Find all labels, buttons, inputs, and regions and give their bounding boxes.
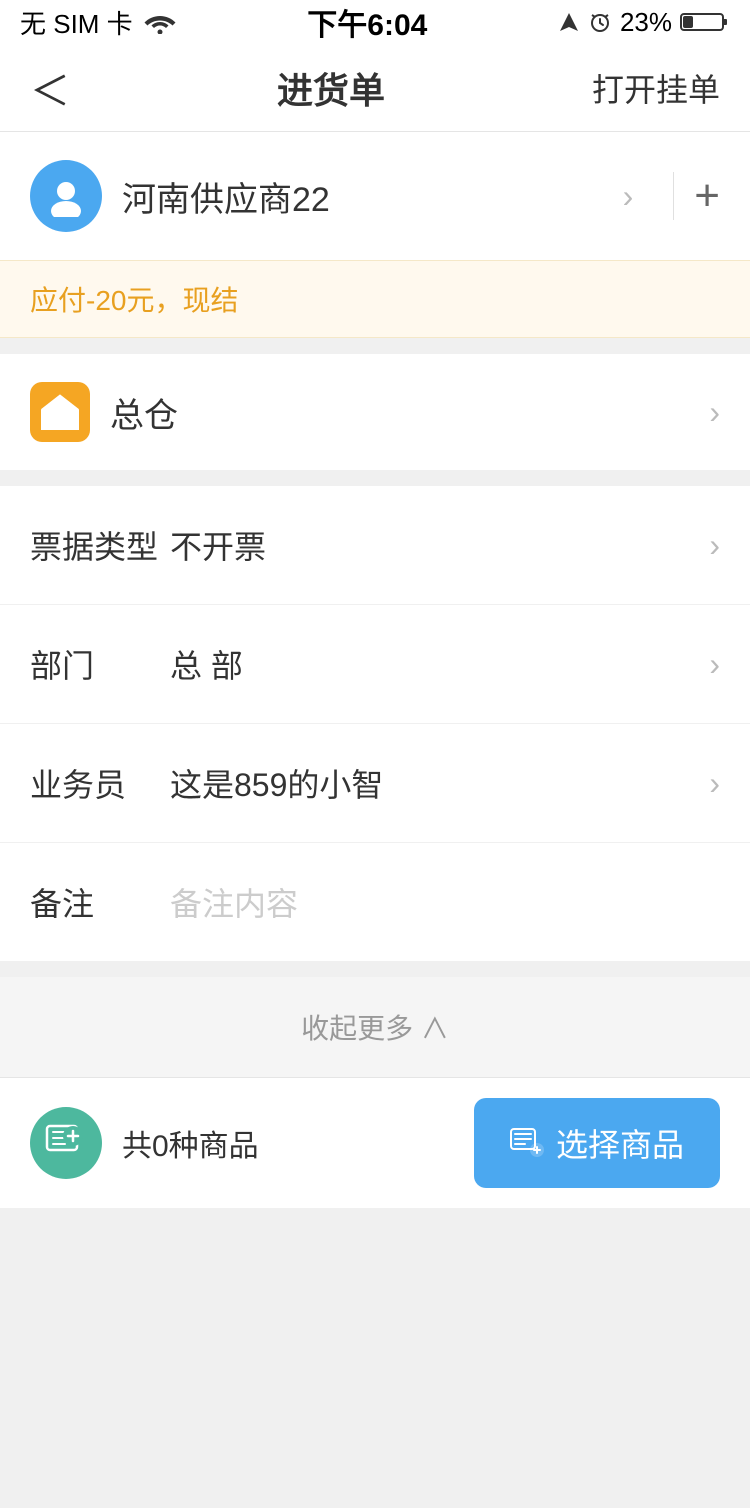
warehouse-chevron-icon: ›: [709, 394, 720, 431]
field-row-ticket-type[interactable]: 票据类型 不开票 ›: [0, 486, 750, 604]
open-pending-button[interactable]: 打开挂单: [592, 65, 720, 111]
field-row-department[interactable]: 部门 总 部 ›: [0, 604, 750, 723]
field-value-department: 总 部: [170, 641, 709, 687]
nav-bar: ＜ 进货单 打开挂单: [0, 44, 750, 132]
supplier-avatar: [30, 160, 102, 232]
bottom-left: 共0种商品: [30, 1107, 259, 1179]
field-row-note[interactable]: 备注 备注内容: [0, 842, 750, 961]
field-value-salesperson: 这是859的小智: [170, 760, 709, 806]
cart-icon-wrap: [30, 1107, 102, 1179]
avatar-icon: [45, 175, 87, 217]
warehouse-icon: [30, 382, 90, 442]
department-chevron-icon: ›: [709, 646, 720, 683]
select-product-icon: [510, 1128, 544, 1158]
carrier-text: 无 SIM 卡: [20, 4, 133, 41]
ticket-type-chevron-icon: ›: [709, 527, 720, 564]
supplier-section: 河南供应商22 › + 应付-20元，现结: [0, 132, 750, 338]
back-button[interactable]: ＜: [30, 59, 70, 117]
main-content: 河南供应商22 › + 应付-20元，现结 总仓 › 票据类型: [0, 132, 750, 1508]
warehouse-name: 总仓: [110, 388, 709, 437]
select-product-label: 选择商品: [556, 1120, 684, 1166]
supplier-divider: [673, 172, 674, 220]
salesperson-chevron-icon: ›: [709, 765, 720, 802]
location-icon: [558, 11, 580, 33]
battery-text: 23%: [620, 7, 672, 38]
status-right: 23%: [558, 7, 730, 38]
cart-icon: [45, 1124, 87, 1162]
field-label-salesperson: 业务员: [30, 760, 170, 806]
collapse-toggle[interactable]: 收起更多 ∧: [0, 977, 750, 1077]
field-label-note: 备注: [30, 879, 170, 925]
field-value-note[interactable]: 备注内容: [170, 879, 720, 925]
battery-icon: [680, 10, 730, 34]
status-carrier: 无 SIM 卡: [20, 4, 177, 41]
add-supplier-button[interactable]: +: [694, 171, 720, 221]
select-product-button[interactable]: 选择商品: [474, 1098, 720, 1188]
wifi-icon: [143, 10, 177, 34]
supplier-name: 河南供应商22: [122, 172, 623, 221]
field-label-department: 部门: [30, 641, 170, 687]
back-arrow: ＜: [30, 59, 70, 117]
product-count: 共0种商品: [122, 1121, 259, 1165]
field-label-ticket-type: 票据类型: [30, 522, 170, 568]
page-title: 进货单: [277, 62, 385, 114]
status-bar: 无 SIM 卡 下午6:04 23%: [0, 0, 750, 44]
status-time: 下午6:04: [307, 0, 427, 44]
field-value-ticket-type: 不开票: [170, 522, 709, 568]
gray-fill-area: [0, 1208, 750, 1508]
select-icon: [510, 1128, 544, 1158]
field-row-salesperson[interactable]: 业务员 这是859的小智 ›: [0, 723, 750, 842]
alarm-icon: [588, 10, 612, 34]
bottom-bar: 共0种商品 选择商品: [0, 1077, 750, 1208]
warehouse-section: 总仓 ›: [0, 354, 750, 470]
house-icon: [40, 394, 80, 430]
fields-section: 票据类型 不开票 › 部门 总 部 › 业务员 这是859的小智 › 备注 备注…: [0, 486, 750, 961]
collapse-label: 收起更多 ∧: [301, 1007, 449, 1047]
supplier-chevron-icon: ›: [623, 178, 634, 215]
warehouse-row[interactable]: 总仓 ›: [0, 354, 750, 470]
info-banner: 应付-20元，现结: [0, 260, 750, 338]
supplier-row[interactable]: 河南供应商22 › +: [0, 132, 750, 260]
